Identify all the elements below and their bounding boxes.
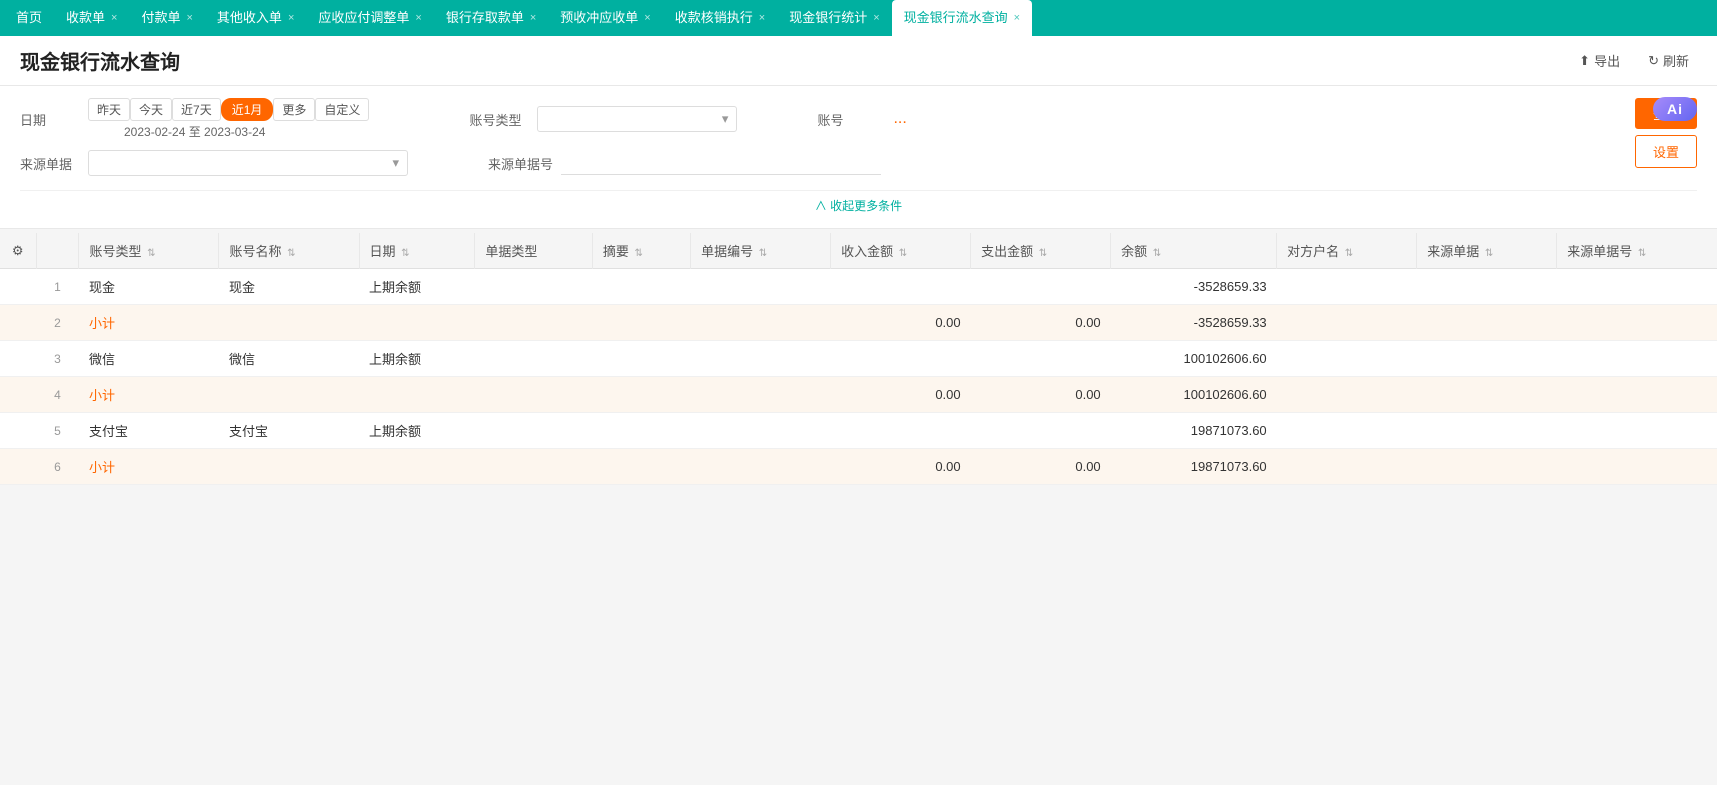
date-btn-1month[interactable]: 近1月 — [221, 98, 274, 121]
column-doc-no[interactable]: 单据编号 ⇅ — [691, 233, 831, 269]
table-row[interactable]: 3微信微信上期余额100102606.60 — [0, 341, 1717, 377]
date-btn-custom[interactable]: 自定义 — [315, 98, 369, 121]
nav-tab-shoukuandan[interactable]: 收款单 × — [54, 0, 129, 36]
close-icon[interactable]: × — [415, 0, 421, 36]
table-header: ⚙ 账号类型 ⇅ 账号名称 ⇅ 日期 ⇅ 单据类型 摘要 ⇅ 单据编号 ⇅ 收入… — [0, 233, 1717, 269]
column-settings-icon[interactable]: ⚙ — [0, 233, 36, 269]
export-button[interactable]: ⬆ 导出 — [1571, 47, 1628, 74]
table-row[interactable]: 4小计0.000.00100102606.60 — [0, 377, 1717, 413]
table-row[interactable]: 5支付宝支付宝上期余额19871073.60 — [0, 413, 1717, 449]
table-row[interactable]: 6小计0.000.0019871073.60 — [0, 449, 1717, 485]
account-no-filter-group: 账号 ... — [817, 110, 914, 129]
column-account-type[interactable]: 账号类型 ⇅ — [79, 233, 219, 269]
date-filter-group: 日期 昨天 今天 近7天 近1月 更多 自定义 2023-02-24 至 202… — [20, 98, 369, 140]
filter-main: 日期 昨天 今天 近7天 近1月 更多 自定义 2023-02-24 至 202… — [20, 98, 1697, 186]
nav-tab-qitashouru[interactable]: 其他收入单 × — [205, 0, 306, 36]
account-type-select[interactable]: ▾ — [537, 106, 737, 132]
source-doc-label: 来源单据 — [20, 154, 80, 173]
nav-tab-tongji[interactable]: 现金银行统计 × — [777, 0, 891, 36]
close-icon[interactable]: × — [644, 0, 650, 36]
refresh-icon: ↻ — [1648, 53, 1659, 69]
column-income[interactable]: 收入金额 ⇅ — [831, 233, 971, 269]
column-counterpart[interactable]: 对方户名 ⇅ — [1277, 233, 1417, 269]
table-row[interactable]: 2小计0.000.00-3528659.33 — [0, 305, 1717, 341]
account-no-dots[interactable]: ... — [893, 110, 906, 128]
top-navigation: 首页 收款单 × 付款单 × 其他收入单 × 应收应付调整单 × 银行存取款单 … — [0, 0, 1717, 36]
chevron-down-icon: ▾ — [722, 111, 729, 127]
source-doc-no-filter-group: 来源单据号 — [488, 151, 881, 175]
date-options-col: 昨天 今天 近7天 近1月 更多 自定义 2023-02-24 至 2023-0… — [88, 98, 369, 140]
close-icon[interactable]: × — [873, 0, 879, 36]
settings-button[interactable]: 设置 — [1635, 135, 1697, 168]
column-doc-type: 单据类型 — [475, 233, 593, 269]
close-icon[interactable]: × — [759, 0, 765, 36]
close-icon[interactable]: × — [288, 0, 294, 36]
page-header: 现金银行流水查询 ⬆ 导出 ↻ 刷新 — [0, 36, 1717, 86]
date-range-display: 2023-02-24 至 2023-03-24 — [124, 123, 369, 140]
source-doc-no-label: 来源单据号 — [488, 154, 553, 173]
column-balance[interactable]: 余额 ⇅ — [1111, 233, 1277, 269]
filter-area: 日期 昨天 今天 近7天 近1月 更多 自定义 2023-02-24 至 202… — [0, 86, 1717, 229]
nav-tab-yingshou[interactable]: 应收应付调整单 × — [306, 0, 433, 36]
nav-home[interactable]: 首页 — [4, 0, 54, 36]
table-body: 1现金现金上期余额-3528659.332小计0.000.00-3528659.… — [0, 269, 1717, 485]
collapse-conditions-bar[interactable]: ∧ 收起更多条件 — [20, 190, 1697, 220]
date-label: 日期 — [20, 110, 80, 129]
nav-tab-yinhang[interactable]: 银行存取款单 × — [434, 0, 548, 36]
nav-tab-liushui[interactable]: 现金银行流水查询 × — [892, 0, 1032, 36]
account-type-label: 账号类型 — [469, 110, 529, 129]
close-icon[interactable]: × — [530, 0, 536, 36]
filter-fields: 日期 昨天 今天 近7天 近1月 更多 自定义 2023-02-24 至 202… — [20, 98, 1619, 186]
source-doc-filter-group: 来源单据 ▾ — [20, 150, 408, 176]
nav-tab-shoukuanhexiao[interactable]: 收款核销执行 × — [663, 0, 777, 36]
column-index — [36, 233, 79, 269]
nav-tab-yushou[interactable]: 预收冲应收单 × — [548, 0, 662, 36]
date-btn-yesterday[interactable]: 昨天 — [88, 98, 130, 121]
date-btn-today[interactable]: 今天 — [130, 98, 172, 121]
date-btn-more[interactable]: 更多 — [273, 98, 315, 121]
column-source-doc-no[interactable]: 来源单据号 ⇅ — [1557, 233, 1717, 269]
source-doc-select[interactable]: ▾ — [88, 150, 408, 176]
nav-tab-fukuandan[interactable]: 付款单 × — [129, 0, 204, 36]
filter-row-2: 来源单据 ▾ 来源单据号 — [20, 150, 1619, 176]
page-title: 现金银行流水查询 — [20, 46, 180, 75]
export-icon: ⬆ — [1579, 53, 1590, 69]
date-btn-7days[interactable]: 近7天 — [172, 98, 221, 121]
close-icon[interactable]: × — [111, 0, 117, 36]
data-table: ⚙ 账号类型 ⇅ 账号名称 ⇅ 日期 ⇅ 单据类型 摘要 ⇅ 单据编号 ⇅ 收入… — [0, 233, 1717, 485]
column-source-doc[interactable]: 来源单据 ⇅ — [1417, 233, 1557, 269]
column-date[interactable]: 日期 ⇅ — [359, 233, 475, 269]
table-row[interactable]: 1现金现金上期余额-3528659.33 — [0, 269, 1717, 305]
account-type-filter-group: 账号类型 ▾ — [469, 106, 737, 132]
close-icon[interactable]: × — [1014, 0, 1020, 36]
column-account-name[interactable]: 账号名称 ⇅ — [219, 233, 359, 269]
source-doc-no-input[interactable] — [561, 151, 881, 175]
refresh-button[interactable]: ↻ 刷新 — [1640, 47, 1697, 74]
close-icon[interactable]: × — [186, 0, 192, 36]
account-no-label: 账号 — [817, 110, 877, 129]
column-summary[interactable]: 摘要 ⇅ — [592, 233, 690, 269]
header-actions: ⬆ 导出 ↻ 刷新 — [1571, 47, 1697, 74]
ai-badge[interactable]: Ai — [1653, 97, 1697, 121]
column-expense[interactable]: 支出金额 ⇅ — [971, 233, 1111, 269]
data-table-container: ⚙ 账号类型 ⇅ 账号名称 ⇅ 日期 ⇅ 单据类型 摘要 ⇅ 单据编号 ⇅ 收入… — [0, 233, 1717, 485]
filter-row-1: 日期 昨天 今天 近7天 近1月 更多 自定义 2023-02-24 至 202… — [20, 98, 1619, 140]
chevron-down-icon: ▾ — [392, 155, 399, 171]
date-options-row: 昨天 今天 近7天 近1月 更多 自定义 — [88, 98, 369, 121]
